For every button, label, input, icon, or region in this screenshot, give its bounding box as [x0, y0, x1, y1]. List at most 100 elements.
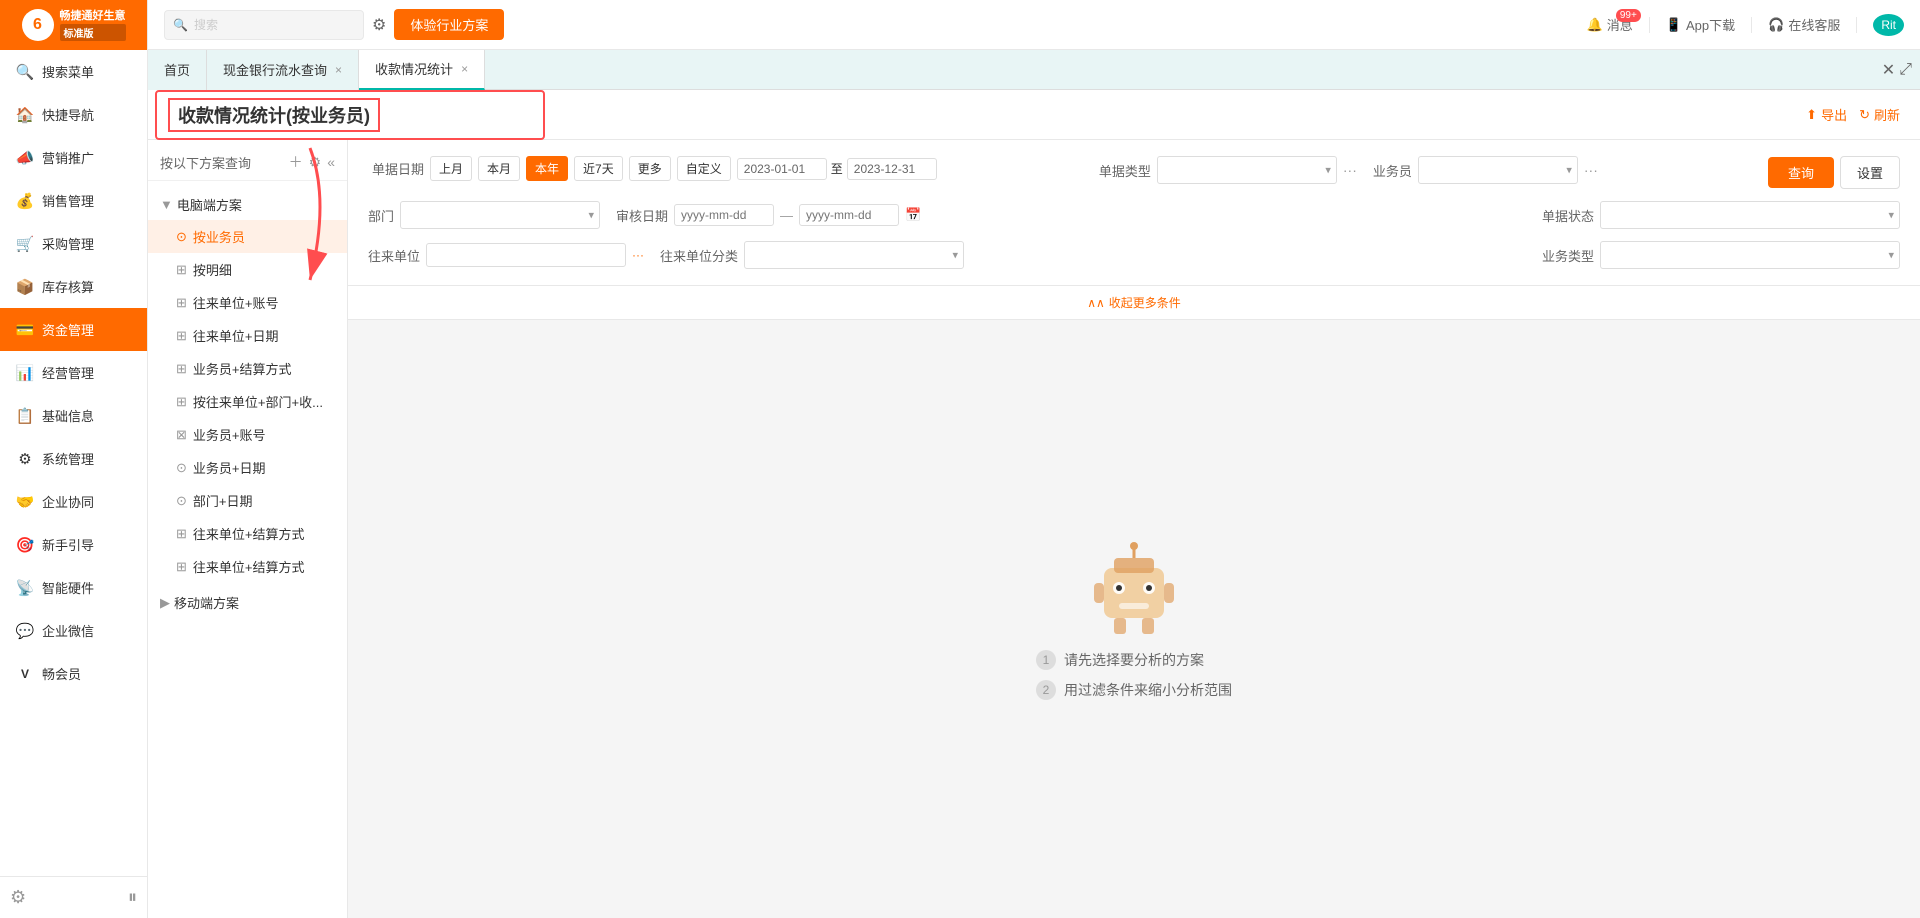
- sidebar-item-system[interactable]: ⚙ 系统管理: [0, 437, 147, 480]
- sidebar-item-marketing[interactable]: 📣 营销推广: [0, 136, 147, 179]
- industry-solution-btn[interactable]: 体验行业方案: [394, 9, 504, 40]
- sidebar-item-inventory[interactable]: 📦 库存核算: [0, 265, 147, 308]
- close-window-btn[interactable]: ✕: [1882, 60, 1895, 80]
- collapse-more-btn[interactable]: ∧∧ 收起更多条件: [1087, 294, 1181, 311]
- online-service-btn[interactable]: 🎧 在线客服: [1768, 15, 1840, 34]
- date-btn-last-month[interactable]: 上月: [430, 156, 472, 181]
- scheme-item-counterpart-date[interactable]: ⊞ 往来单位+日期: [148, 319, 347, 352]
- refresh-icon: ↻: [1859, 107, 1870, 123]
- sidebar-item-guide[interactable]: 🎯 新手引导: [0, 523, 147, 566]
- doc-type-select[interactable]: [1157, 156, 1337, 184]
- sidebar-item-smart-hw[interactable]: 📡 智能硬件: [0, 566, 147, 609]
- unit-more-btn[interactable]: ···: [632, 248, 644, 262]
- scheme-item-counterpart-settlement1[interactable]: ⊞ 往来单位+结算方式: [148, 517, 347, 550]
- query-btn[interactable]: 查询: [1768, 157, 1834, 188]
- date-btn-custom[interactable]: 自定义: [677, 156, 731, 181]
- scheme-item-salesperson-date[interactable]: ⊙ 业务员+日期: [148, 451, 347, 484]
- user-avatar[interactable]: Rit: [1873, 17, 1904, 32]
- unit-category-select-wrapper: [744, 241, 964, 269]
- sidebar-item-member[interactable]: V 畅会员: [0, 652, 147, 695]
- sidebar-item-sales[interactable]: 💰 销售管理: [0, 179, 147, 222]
- topbar: 🔍 搜索 ⚙ 体验行业方案 🔔 消息 99+ 📱 App下载 🎧 在线客服: [148, 0, 1920, 50]
- scheme-item-label: 业务员+账号: [193, 425, 266, 444]
- tab-bank-flow-close[interactable]: ×: [335, 63, 342, 77]
- add-scheme-btn[interactable]: ＋: [289, 152, 303, 172]
- sidebar-item-basic-info[interactable]: 📋 基础信息: [0, 394, 147, 437]
- scheme-settings-btn[interactable]: ⚙: [309, 154, 322, 171]
- tab-bank-flow-label: 现金银行流水查询: [223, 60, 327, 79]
- audit-to-input[interactable]: [799, 204, 899, 226]
- sidebar-item-purchase[interactable]: 🛒 采购管理: [0, 222, 147, 265]
- scheme-group-mobile-header[interactable]: ▶ 移动端方案: [148, 587, 347, 618]
- date-btn-this-month[interactable]: 本月: [478, 156, 520, 181]
- scheme-item-salesperson-settlement[interactable]: ⊞ 业务员+结算方式: [148, 352, 347, 385]
- collapse-panel-btn[interactable]: «: [327, 154, 335, 170]
- sidebar-settings-btn[interactable]: ⚙: [10, 887, 26, 908]
- doc-type-label: 单据类型: [1099, 161, 1151, 180]
- audit-date-separator: —: [780, 208, 793, 223]
- user-name-display: Rit: [1873, 14, 1904, 36]
- setting-btn[interactable]: 设置: [1840, 156, 1900, 189]
- scheme-icon: ⊞: [176, 262, 187, 278]
- audit-from-input[interactable]: [674, 204, 774, 226]
- topbar-search-box[interactable]: 🔍 搜索: [164, 10, 364, 40]
- tab-home[interactable]: 首页: [148, 50, 207, 90]
- sidebar-item-finance[interactable]: 💳 资金管理: [0, 308, 147, 351]
- sidebar-item-label: 企业协同: [42, 492, 94, 511]
- sidebar-item-quick-nav[interactable]: 🏠 快捷导航: [0, 93, 147, 136]
- app-download-btn[interactable]: 📱 App下载: [1666, 15, 1735, 34]
- tab-bank-flow[interactable]: 现金银行流水查询 ×: [207, 50, 359, 90]
- date-from-input[interactable]: [737, 158, 827, 180]
- messages-btn[interactable]: 🔔 消息 99+: [1587, 15, 1633, 34]
- sidebar-item-wechat[interactable]: 💬 企业微信: [0, 609, 147, 652]
- scheme-item-label: 业务员+日期: [193, 458, 266, 477]
- scheme-item-counterpart-settlement2[interactable]: ⊞ 往来单位+结算方式: [148, 550, 347, 583]
- scheme-group-pc-header[interactable]: ▼ 电脑端方案: [148, 189, 347, 220]
- sidebar-item-label: 资金管理: [42, 320, 94, 339]
- salesperson-more-btn[interactable]: ···: [1584, 162, 1598, 178]
- doc-type-more-btn[interactable]: ···: [1343, 162, 1357, 178]
- scheme-icon: ⊞: [176, 361, 187, 377]
- salesperson-select-wrapper: [1418, 156, 1578, 184]
- doc-status-select[interactable]: [1600, 201, 1900, 229]
- finance-icon: 💳: [16, 321, 34, 339]
- salesperson-label: 业务员: [1373, 161, 1412, 180]
- dept-select[interactable]: [400, 201, 600, 229]
- date-label: 单据日期: [368, 159, 424, 178]
- date-btn-more[interactable]: 更多: [629, 156, 671, 181]
- marketing-icon: 📣: [16, 149, 34, 167]
- refresh-btn[interactable]: ↻ 刷新: [1859, 105, 1900, 124]
- sidebar-item-enterprise[interactable]: 🤝 企业协同: [0, 480, 147, 523]
- scheme-item-salesperson-account[interactable]: ⊠ 业务员+账号: [148, 418, 347, 451]
- date-to-input[interactable]: [847, 158, 937, 180]
- date-btn-this-year[interactable]: 本年: [526, 156, 568, 181]
- scheme-item-dept-date[interactable]: ⊙ 部门+日期: [148, 484, 347, 517]
- scheme-item-counterpart-account[interactable]: ⊞ 往来单位+账号: [148, 286, 347, 319]
- scheme-item-label: 业务员+结算方式: [193, 359, 292, 378]
- scheme-item-counterpart-dept[interactable]: ⊞ 按往来单位+部门+收...: [148, 385, 347, 418]
- search-menu-icon: 🔍: [16, 63, 34, 81]
- audit-date-label: 审核日期: [616, 206, 668, 225]
- date-btn-7days[interactable]: 近7天: [574, 156, 623, 181]
- sidebar-collapse-btn[interactable]: ⏸: [128, 887, 137, 908]
- maximize-window-btn[interactable]: ⤢: [1899, 61, 1912, 79]
- business-type-select[interactable]: [1600, 241, 1900, 269]
- bell-icon: 🔔: [1587, 17, 1603, 33]
- scheme-item-detail[interactable]: ⊞ 按明细: [148, 253, 347, 286]
- sidebar-item-business[interactable]: 📊 经营管理: [0, 351, 147, 394]
- settings-gear-icon[interactable]: ⚙: [372, 15, 386, 35]
- expand-icon: ▶: [160, 595, 170, 611]
- sidebar-item-search-menu[interactable]: 🔍 搜索菜单: [0, 50, 147, 93]
- date-range-separator: 至: [831, 160, 843, 177]
- tab-collection-close[interactable]: ×: [461, 62, 468, 76]
- divider: [1751, 17, 1752, 33]
- tab-collection[interactable]: 收款情况统计 ×: [359, 50, 485, 90]
- calendar-icon[interactable]: 📅: [905, 207, 921, 223]
- unit-category-select[interactable]: [744, 241, 964, 269]
- salesperson-select[interactable]: [1418, 156, 1578, 184]
- scheme-item-salesperson[interactable]: ⊙ 按业务员: [148, 220, 347, 253]
- scheme-icon: ⊞: [176, 328, 187, 344]
- unit-input[interactable]: [426, 243, 626, 267]
- export-btn[interactable]: ⬆ 导出: [1806, 105, 1847, 124]
- sidebar-item-label: 销售管理: [42, 191, 94, 210]
